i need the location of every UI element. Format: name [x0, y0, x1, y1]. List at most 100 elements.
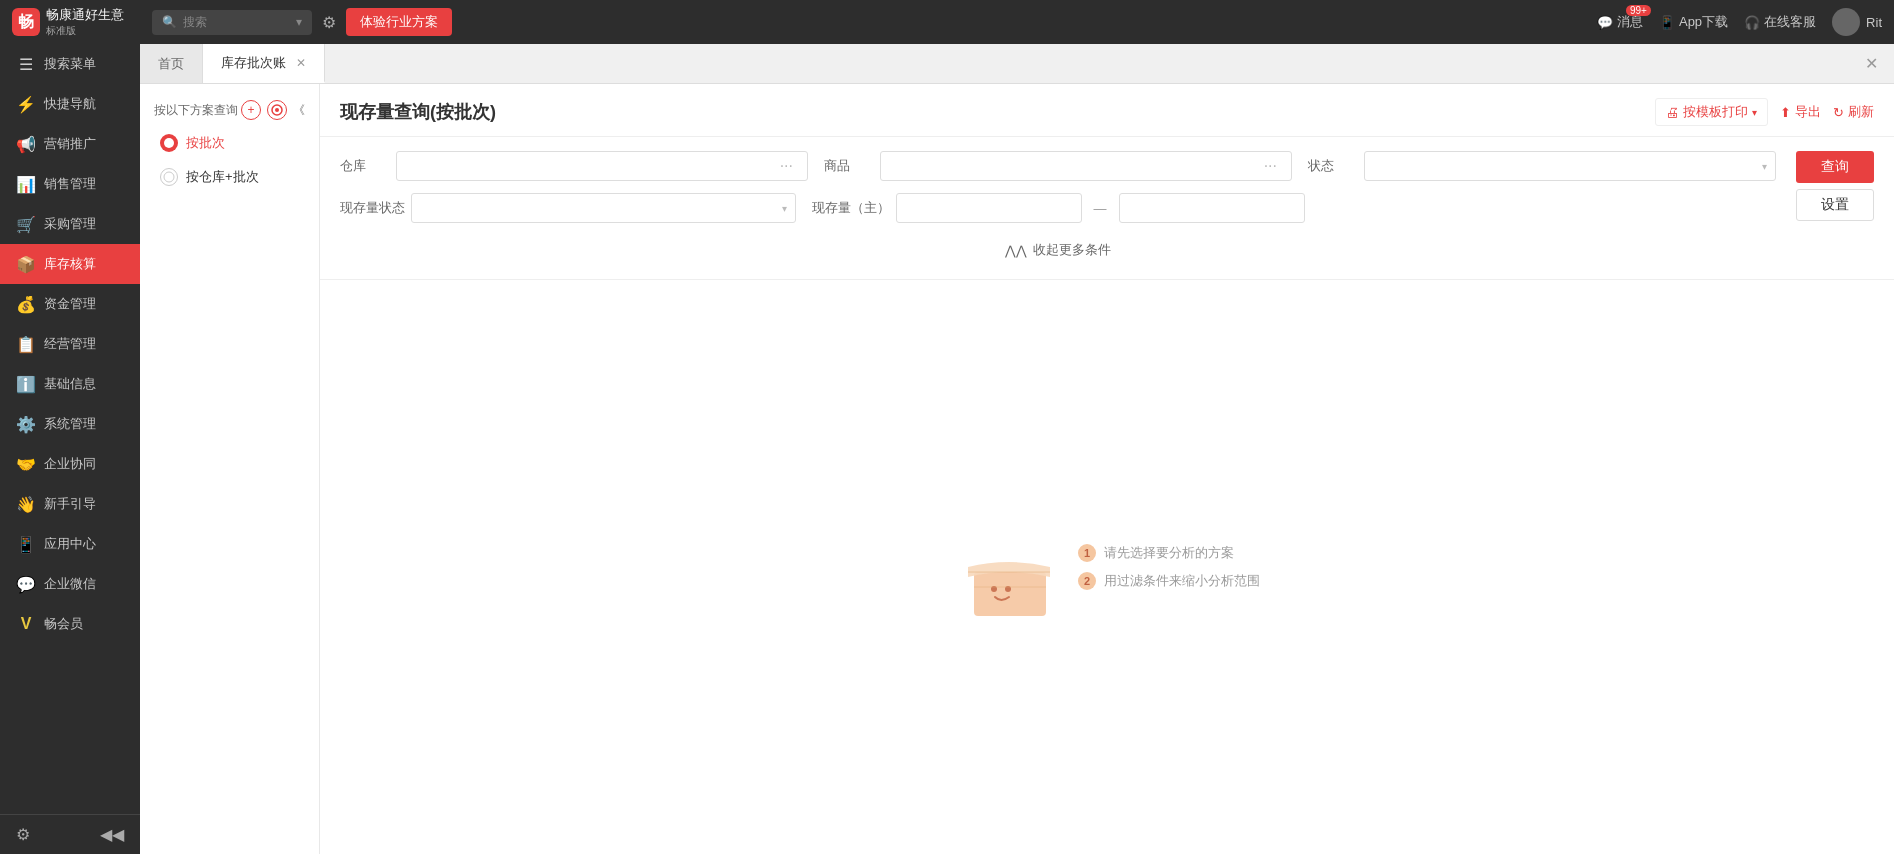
plan-icon-by-batch	[160, 134, 178, 152]
tab-bar-right: ✕	[1857, 44, 1894, 83]
add-plan-button[interactable]: +	[241, 100, 261, 120]
enterprise-coop-icon: 🤝	[16, 454, 36, 474]
app-center-icon: 📱	[16, 534, 36, 554]
refresh-button[interactable]: ↻ 刷新	[1833, 103, 1874, 121]
finance-icon: 💰	[16, 294, 36, 314]
sidebar-item-search-menu[interactable]: ☰ 搜索菜单	[0, 44, 140, 84]
sidebar-collapse-icon[interactable]: ◀◀	[100, 825, 124, 844]
sidebar-item-finance[interactable]: 💰 资金管理	[0, 284, 140, 324]
sidebar-settings-icon[interactable]: ⚙	[16, 825, 30, 844]
step-1-circle: 1	[1078, 544, 1096, 562]
sidebar-label-operations: 经营管理	[44, 335, 96, 353]
sidebar-item-purchase[interactable]: 🛒 采购管理	[0, 204, 140, 244]
system-icon: ⚙️	[16, 414, 36, 434]
basic-info-icon: ℹ️	[16, 374, 36, 394]
inventory-qty-from-wrapper[interactable]	[896, 193, 1082, 223]
plan-item-by-warehouse-batch[interactable]: 按仓库+批次	[140, 160, 319, 194]
user-area[interactable]: Rit	[1832, 8, 1882, 36]
product-input-wrapper[interactable]: ···	[880, 151, 1292, 181]
tab-close-icon[interactable]: ✕	[296, 56, 306, 70]
plan-icon-by-warehouse-batch	[160, 168, 178, 186]
plan-settings-button[interactable]	[267, 100, 287, 120]
inventory-qty-to-input[interactable]	[1128, 201, 1296, 216]
sidebar-label-new-user: 新手引导	[44, 495, 96, 513]
sidebar-label-vip-member: 畅会员	[44, 615, 83, 633]
warehouse-input-wrapper[interactable]: ···	[396, 151, 808, 181]
tab-bar: 首页 库存批次账 ✕ ✕	[140, 44, 1894, 84]
export-button[interactable]: ⬆ 导出	[1780, 103, 1821, 121]
sidebar-item-new-user[interactable]: 👋 新手引导	[0, 484, 140, 524]
sidebar-label-marketing: 营销推广	[44, 135, 96, 153]
range-dash: —	[1088, 201, 1113, 216]
filter-status: 状态 ▾	[1308, 151, 1776, 181]
left-panel-header: 按以下方案查询 + 《	[140, 94, 319, 126]
page-header: 现存量查询(按批次) 🖨 按模板打印 ▾ ⬆ 导出 ↻	[320, 84, 1894, 137]
print-label: 按模板打印	[1683, 103, 1748, 121]
sales-icon: 📊	[16, 174, 36, 194]
settings-button[interactable]: 设置	[1796, 189, 1874, 221]
sidebar-item-enterprise-coop[interactable]: 🤝 企业协同	[0, 444, 140, 484]
online-service-item[interactable]: 🎧 在线客服	[1744, 13, 1816, 31]
tab-home-label: 首页	[158, 55, 184, 73]
app-download-item[interactable]: 📱 App下载	[1659, 13, 1728, 31]
sidebar-footer: ⚙ ◀◀	[0, 814, 140, 854]
sidebar-label-system: 系统管理	[44, 415, 96, 433]
sidebar-label-app-center: 应用中心	[44, 535, 96, 553]
sidebar-item-operations[interactable]: 📋 经营管理	[0, 324, 140, 364]
sidebar-label-enterprise-wechat: 企业微信	[44, 575, 96, 593]
marketing-icon: 📢	[16, 134, 36, 154]
sidebar-item-inventory[interactable]: 📦 库存核算	[0, 244, 140, 284]
tab-bar-close-button[interactable]: ✕	[1857, 50, 1886, 77]
main-layout: ☰ 搜索菜单 ⚡ 快捷导航 📢 营销推广 📊 销售管理 🛒 采购管理 📦 库存核…	[0, 44, 1894, 854]
collapse-more-label: 收起更多条件	[1033, 241, 1111, 259]
plan-item-by-batch[interactable]: 按批次	[140, 126, 319, 160]
status-select[interactable]: ▾	[1364, 151, 1776, 181]
svg-point-2	[164, 138, 174, 148]
sidebar-item-app-center[interactable]: 📱 应用中心	[0, 524, 140, 564]
inv-status-chevron-icon: ▾	[782, 203, 787, 214]
status-label: 状态	[1308, 157, 1358, 175]
sidebar-item-marketing[interactable]: 📢 营销推广	[0, 124, 140, 164]
sidebar-item-vip-member[interactable]: V 畅会员	[0, 604, 140, 644]
company-name: 畅康通好生意	[46, 6, 124, 24]
settings-icon[interactable]: ⚙	[322, 13, 336, 32]
collapse-more-button[interactable]: ⋀⋀ 收起更多条件	[340, 235, 1776, 265]
svg-point-1	[275, 108, 279, 112]
enterprise-wechat-icon: 💬	[16, 574, 36, 594]
empty-step-2: 2 用过滤条件来缩小分析范围	[1078, 572, 1260, 590]
app-download-label: App下载	[1679, 13, 1728, 31]
messages-badge: 99+	[1626, 5, 1651, 16]
message-icon: 💬	[1597, 15, 1613, 30]
sidebar-item-basic-info[interactable]: ℹ️ 基础信息	[0, 364, 140, 404]
messages-item[interactable]: 💬 消息 99+	[1597, 13, 1643, 31]
empty-state: 1 请先选择要分析的方案 2 用过滤条件来缩小分析范围	[320, 280, 1894, 854]
panel-collapse-icon[interactable]: 《	[293, 102, 305, 119]
inventory-qty-to-wrapper[interactable]	[1119, 193, 1305, 223]
sidebar-label-purchase: 采购管理	[44, 215, 96, 233]
search-icon: 🔍	[162, 15, 177, 29]
inventory-qty-from-input[interactable]	[905, 201, 1073, 216]
edition-label: 标准版	[46, 24, 124, 38]
warehouse-more-dots[interactable]: ···	[774, 155, 799, 177]
tab-home[interactable]: 首页	[140, 44, 203, 83]
sidebar-item-enterprise-wechat[interactable]: 💬 企业微信	[0, 564, 140, 604]
print-button[interactable]: 🖨 按模板打印 ▾	[1655, 98, 1768, 126]
tab-inventory-batch[interactable]: 库存批次账 ✕	[203, 44, 325, 83]
sidebar-item-system[interactable]: ⚙️ 系统管理	[0, 404, 140, 444]
inventory-status-select[interactable]: ▾	[411, 193, 796, 223]
vip-member-icon: V	[16, 614, 36, 634]
warehouse-label: 仓库	[340, 157, 390, 175]
warehouse-input[interactable]	[405, 159, 774, 174]
experience-button[interactable]: 体验行业方案	[346, 8, 452, 36]
new-user-icon: 👋	[16, 494, 36, 514]
empty-step-1: 1 请先选择要分析的方案	[1078, 544, 1260, 562]
header-center: 体验行业方案	[346, 8, 1587, 36]
header-search-area[interactable]: 🔍 搜索 ▾	[152, 10, 312, 35]
top-header: 畅 畅康通好生意 标准版 🔍 搜索 ▾ ⚙ 体验行业方案 💬 消息 99+ 📱 …	[0, 0, 1894, 44]
sidebar-item-quick-nav[interactable]: ⚡ 快捷导航	[0, 84, 140, 124]
product-input[interactable]	[889, 159, 1258, 174]
sidebar-item-sales[interactable]: 📊 销售管理	[0, 164, 140, 204]
svg-rect-4	[974, 572, 1046, 616]
query-button[interactable]: 查询	[1796, 151, 1874, 183]
product-more-dots[interactable]: ···	[1258, 155, 1283, 177]
